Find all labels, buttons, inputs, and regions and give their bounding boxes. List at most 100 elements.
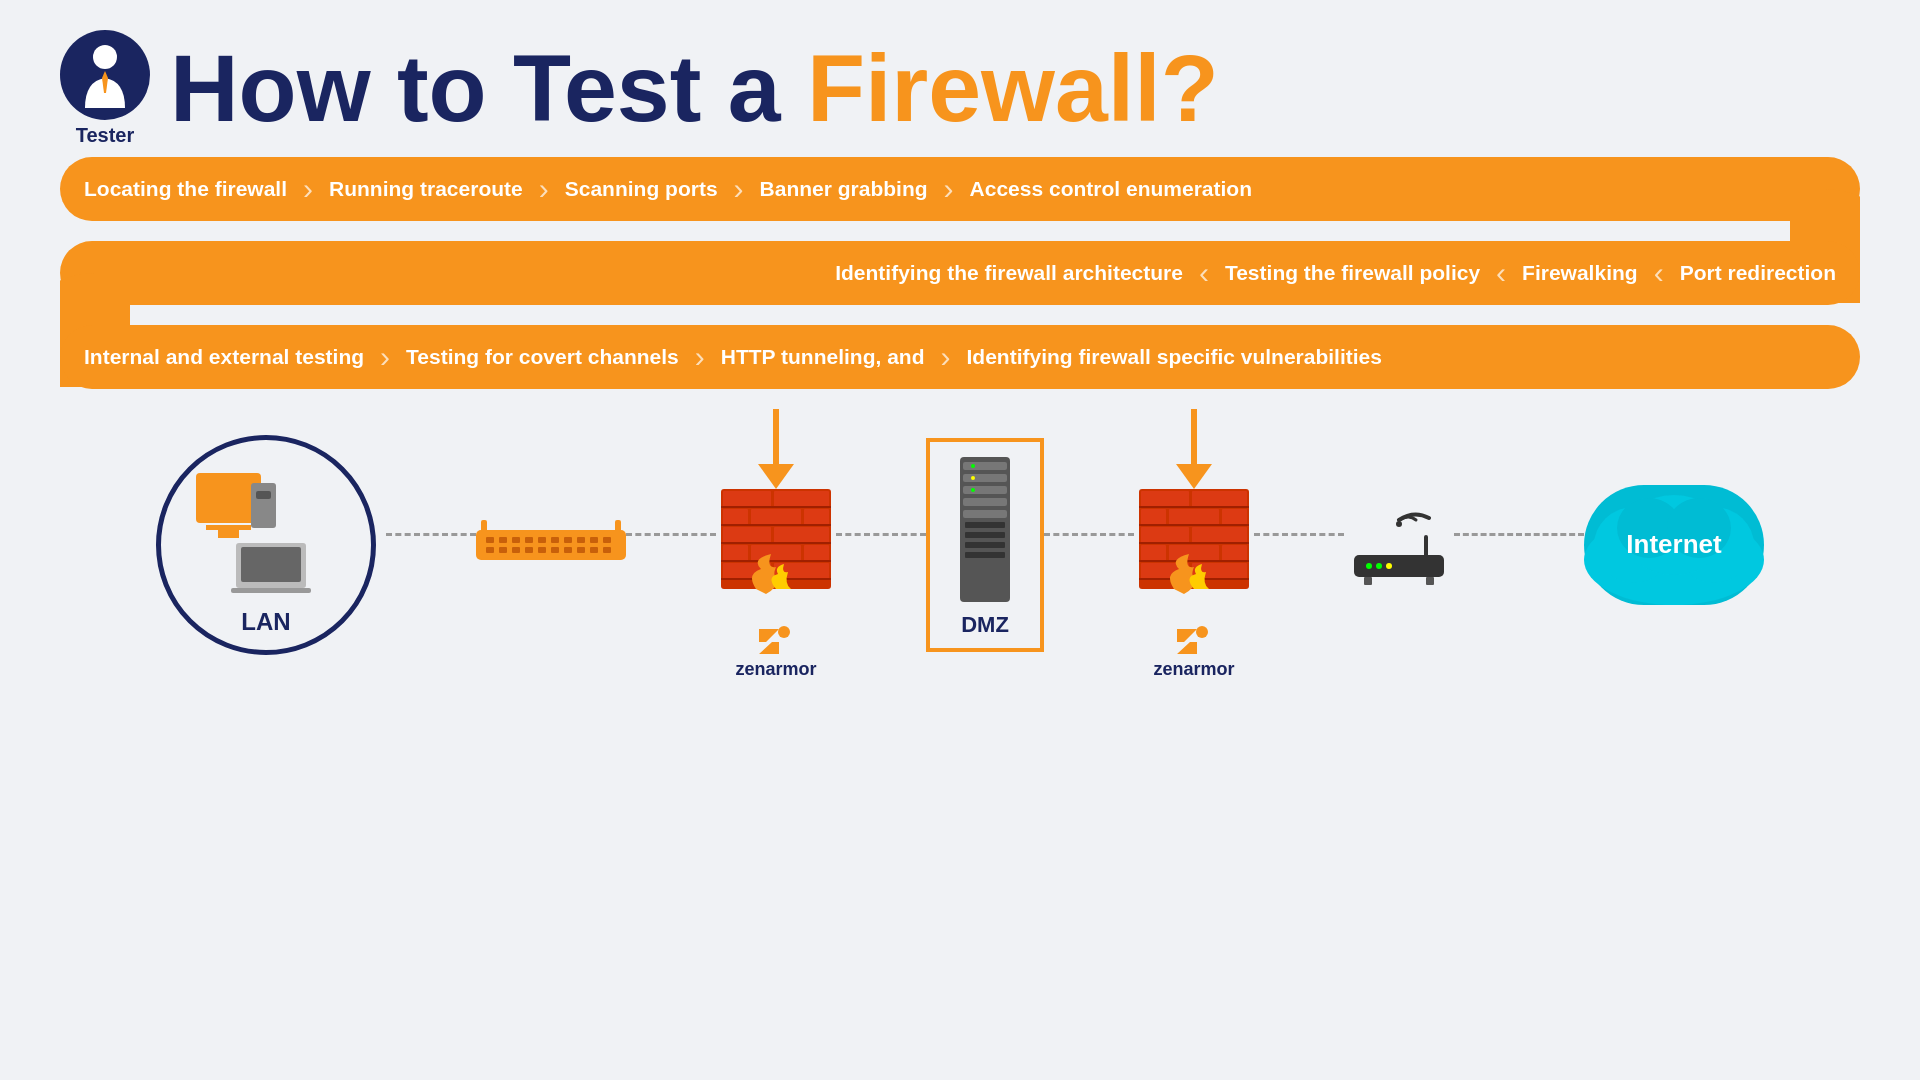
title-orange: Firewall? <box>807 35 1219 141</box>
svg-rect-28 <box>590 547 598 553</box>
svg-rect-67 <box>1141 509 1166 525</box>
svg-rect-68 <box>1169 509 1219 525</box>
svg-rect-69 <box>1222 509 1247 525</box>
internet-cloud: Internet <box>1584 485 1764 605</box>
svg-rect-31 <box>615 520 621 532</box>
internet-label: Internet <box>1626 529 1721 560</box>
wifi-router-section <box>1344 500 1454 590</box>
lan-devices-svg <box>176 453 356 603</box>
internet-section: Internet <box>1584 485 1764 605</box>
title-navy: How to Test a <box>170 35 807 141</box>
page-title: How to Test a Firewall? <box>170 41 1219 136</box>
svg-rect-66 <box>1192 491 1247 507</box>
svg-rect-20 <box>486 547 494 553</box>
step-firewalking: Firewalking <box>1508 261 1652 285</box>
arrow-to-fw2 <box>1176 409 1212 489</box>
dline-4 <box>1044 533 1134 536</box>
svg-rect-16 <box>564 537 572 543</box>
svg-rect-9 <box>476 530 626 560</box>
svg-rect-25 <box>551 547 559 553</box>
svg-rect-88 <box>1424 535 1428 557</box>
flow-row-3: Internal and external testing › Testing … <box>60 325 1860 389</box>
svg-rect-72 <box>1141 545 1166 561</box>
step-covert: Testing for covert channels <box>392 345 693 369</box>
svg-rect-10 <box>486 537 494 543</box>
svg-point-82 <box>1196 626 1208 638</box>
svg-point-50 <box>778 626 790 638</box>
dline-1 <box>386 533 476 536</box>
row1-band: Locating the firewall › Running tracerou… <box>60 157 1860 221</box>
tester-icon-wrap: Tester <box>60 30 150 147</box>
step-http-tunnel: HTTP tunneling, and <box>707 345 939 369</box>
svg-rect-60 <box>965 552 1005 558</box>
svg-rect-42 <box>804 545 829 561</box>
step-internal-external: Internal and external testing <box>70 345 378 369</box>
svg-rect-15 <box>551 537 559 543</box>
dline-5 <box>1254 533 1344 536</box>
dline-2 <box>626 533 716 536</box>
zenarmor-icon-2 <box>1172 624 1217 659</box>
svg-rect-11 <box>499 537 507 543</box>
firewall1-svg <box>716 489 836 619</box>
svg-rect-38 <box>723 527 771 543</box>
svg-rect-71 <box>1192 527 1247 543</box>
svg-rect-89 <box>1364 577 1372 585</box>
svg-rect-35 <box>723 509 748 525</box>
svg-rect-39 <box>774 527 829 543</box>
svg-rect-40 <box>723 545 748 561</box>
network-diagram: LAN <box>60 409 1860 680</box>
lan-label: LAN <box>241 608 290 636</box>
zenarmor-text-2: zenarmor <box>1153 659 1234 680</box>
svg-rect-27 <box>577 547 585 553</box>
step-vuln: Identifying firewall specific vulnerabil… <box>953 345 1396 369</box>
step-port-redirect: Port redirection <box>1666 261 1850 285</box>
svg-rect-37 <box>804 509 829 525</box>
svg-rect-53 <box>963 474 1007 482</box>
svg-rect-65 <box>1141 491 1189 507</box>
switch-svg <box>476 510 626 580</box>
firewall2-section: zenarmor <box>1134 409 1254 680</box>
dmz-label: DMZ <box>961 612 1009 638</box>
lan-section: LAN <box>156 435 376 655</box>
svg-rect-14 <box>538 537 546 543</box>
svg-rect-4 <box>251 483 276 528</box>
dmz-section: DMZ <box>926 438 1044 652</box>
step-traceroute: Running traceroute <box>315 177 537 201</box>
svg-rect-41 <box>751 545 801 561</box>
svg-rect-70 <box>1141 527 1189 543</box>
svg-rect-13 <box>525 537 533 543</box>
svg-rect-55 <box>963 498 1007 506</box>
dline-6 <box>1454 533 1584 536</box>
svg-rect-3 <box>218 530 239 538</box>
step-testing-policy: Testing the firewall policy <box>1211 261 1494 285</box>
svg-rect-12 <box>512 537 520 543</box>
svg-rect-23 <box>525 547 533 553</box>
zenarmor-text-1: zenarmor <box>735 659 816 680</box>
svg-rect-56 <box>963 510 1007 518</box>
row2-band: Port redirection ‹ Firewalking ‹ Testing… <box>60 241 1860 305</box>
svg-rect-22 <box>512 547 520 553</box>
svg-rect-2 <box>206 525 251 530</box>
step-scanning: Scanning ports <box>551 177 732 201</box>
svg-point-63 <box>971 488 975 492</box>
svg-point-87 <box>1386 563 1392 569</box>
process-flow: Locating the firewall › Running tracerou… <box>60 157 1860 389</box>
step-access: Access control enumeration <box>956 177 1266 201</box>
svg-rect-7 <box>241 547 301 582</box>
step-locating: Locating the firewall <box>70 177 301 201</box>
svg-rect-33 <box>723 491 771 507</box>
svg-rect-5 <box>256 491 271 499</box>
svg-rect-52 <box>963 462 1007 470</box>
svg-rect-26 <box>564 547 572 553</box>
firewall2-svg <box>1134 489 1254 619</box>
switch-device <box>476 510 626 580</box>
svg-point-61 <box>971 464 975 468</box>
svg-rect-18 <box>590 537 598 543</box>
svg-rect-19 <box>603 537 611 543</box>
step-identifying-arch: Identifying the firewall architecture <box>821 261 1197 285</box>
svg-rect-59 <box>965 542 1005 548</box>
flow-row-2: Port redirection ‹ Firewalking ‹ Testing… <box>60 241 1860 305</box>
step-banner: Banner grabbing <box>746 177 942 201</box>
dmz-server-svg <box>945 452 1025 612</box>
lan-circle: LAN <box>156 435 376 655</box>
